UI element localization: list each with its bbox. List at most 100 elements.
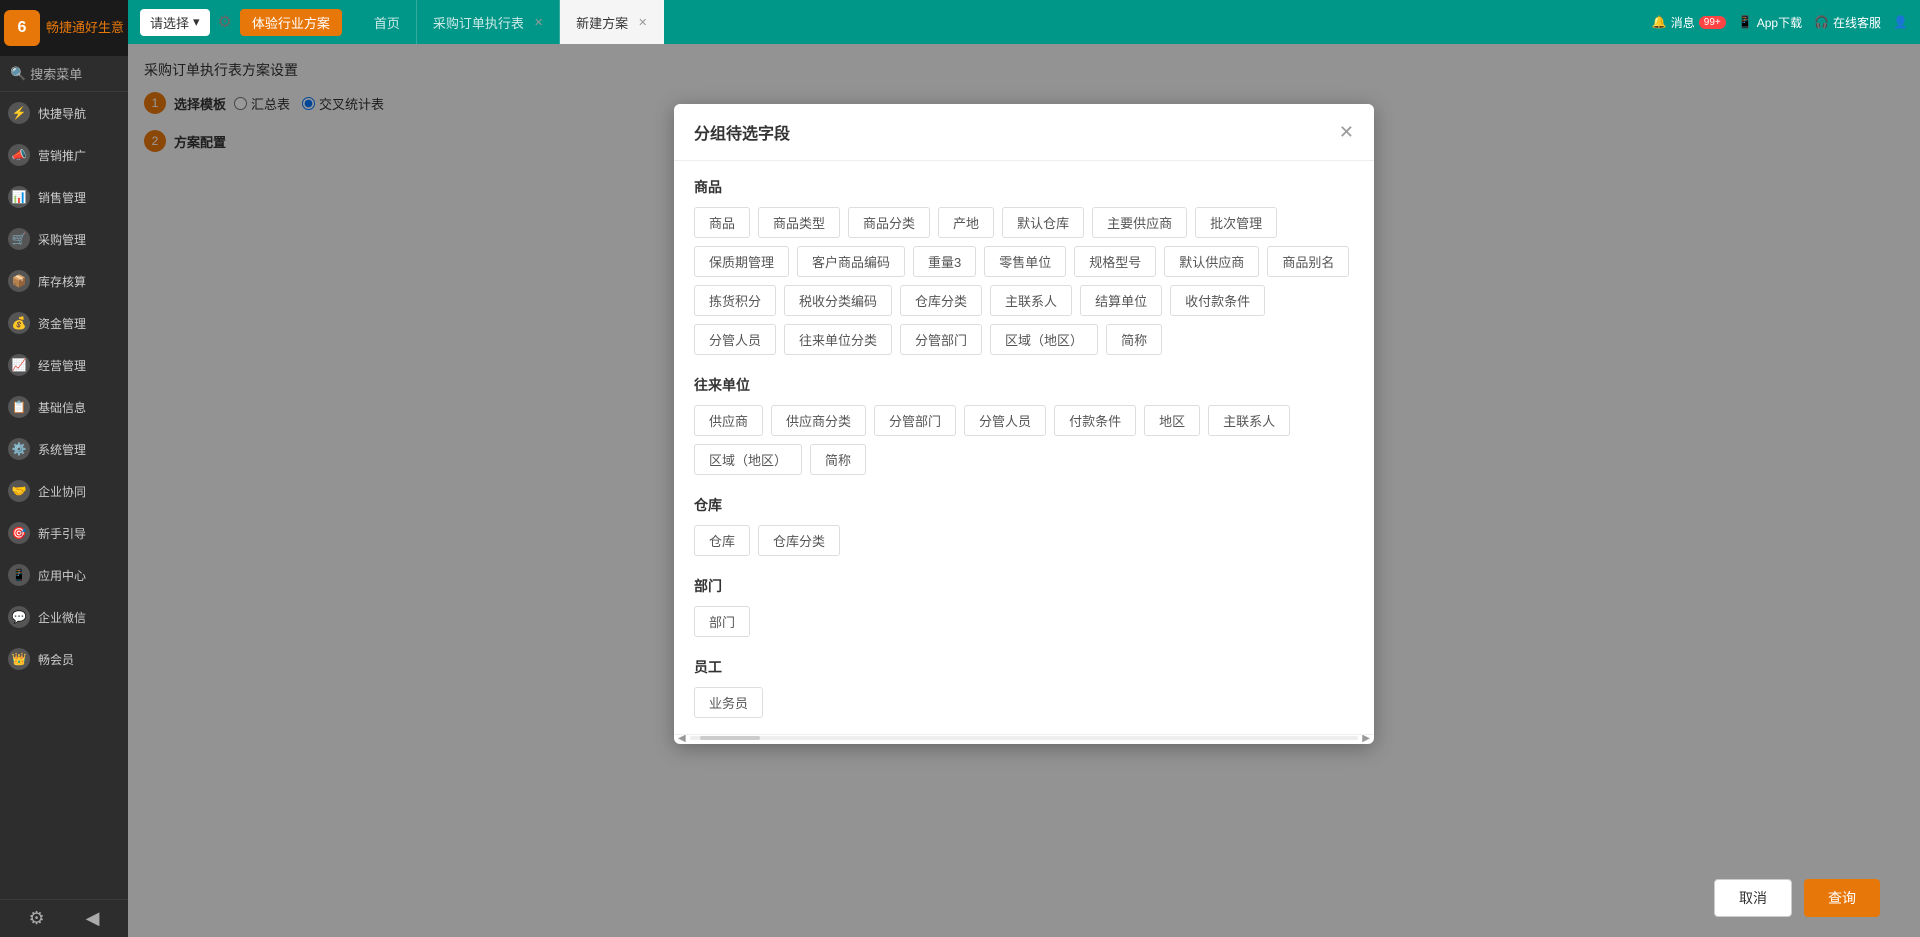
- message-label: 消息: [1671, 14, 1695, 31]
- section-partner-tags: 供应商 供应商分类 分管部门 分管人员 付款条件 地区 主联系人 区域（地区） …: [694, 405, 1354, 475]
- field-tag[interactable]: 分管部门: [900, 324, 982, 355]
- sidebar-search[interactable]: 🔍 搜索菜单: [0, 56, 128, 92]
- sidebar-item-quick-nav[interactable]: ⚡ 快捷导航: [0, 92, 128, 134]
- enterprise-icon: 🤝: [8, 480, 30, 502]
- field-tag[interactable]: 默认供应商: [1164, 246, 1259, 277]
- tab-home[interactable]: 首页: [358, 0, 417, 44]
- app-download-btn[interactable]: 📱 App下载: [1738, 14, 1802, 31]
- field-tag[interactable]: 商品分类: [848, 207, 930, 238]
- field-tag[interactable]: 仓库分类: [900, 285, 982, 316]
- sidebar-bottom: ⚙ ◀: [0, 899, 128, 937]
- field-tag[interactable]: 区域（地区）: [694, 444, 802, 475]
- sidebar-item-operations[interactable]: 📈 经营管理: [0, 344, 128, 386]
- guide-icon: 🎯: [8, 522, 30, 544]
- field-tag[interactable]: 主要供应商: [1092, 207, 1187, 238]
- main-content: 请选择 ▾ ⚙ 体验行业方案 首页 采购订单执行表 ✕ 新建方案 ✕: [128, 0, 1920, 937]
- topbar-gear-icon[interactable]: ⚙: [218, 12, 232, 32]
- field-tag[interactable]: 分管人员: [964, 405, 1046, 436]
- field-tag[interactable]: 仓库分类: [758, 525, 840, 556]
- sidebar-item-wechat[interactable]: 💬 企业微信: [0, 596, 128, 638]
- logo-icon: 6: [4, 10, 40, 46]
- sidebar-item-sales[interactable]: 📊 销售管理: [0, 176, 128, 218]
- field-tag[interactable]: 规格型号: [1074, 246, 1156, 277]
- sidebar-item-label: 采购管理: [38, 231, 86, 248]
- field-select-modal: 分组待选字段 ✕ 商品 商品 商品类型 商品分类 产地 默认: [674, 104, 1374, 744]
- field-tag[interactable]: 客户商品编码: [797, 246, 905, 277]
- user-avatar[interactable]: 👤: [1893, 15, 1908, 29]
- confirm-button[interactable]: 查询: [1804, 879, 1880, 917]
- scroll-left-arrow[interactable]: ◀: [678, 734, 686, 743]
- field-tag[interactable]: 供应商: [694, 405, 763, 436]
- tab-new-plan-close[interactable]: ✕: [638, 16, 647, 29]
- sidebar-item-inventory[interactable]: 📦 库存核算: [0, 260, 128, 302]
- field-tag[interactable]: 区域（地区）: [990, 324, 1098, 355]
- section-department-title: 部门: [694, 576, 1354, 596]
- modal-close-btn[interactable]: ✕: [1339, 122, 1354, 143]
- top-selector[interactable]: 请选择 ▾: [140, 9, 210, 36]
- field-tag[interactable]: 商品别名: [1267, 246, 1349, 277]
- field-tag[interactable]: 默认仓库: [1002, 207, 1084, 238]
- sidebar-item-member[interactable]: 👑 畅会员: [0, 638, 128, 680]
- sidebar-item-label: 快捷导航: [38, 105, 86, 122]
- section-employee: 员工 业务员: [694, 657, 1354, 718]
- marketing-icon: 📣: [8, 144, 30, 166]
- field-tag[interactable]: 拣货积分: [694, 285, 776, 316]
- field-tag[interactable]: 业务员: [694, 687, 763, 718]
- field-tag[interactable]: 简称: [1106, 324, 1162, 355]
- field-tag[interactable]: 税收分类编码: [784, 285, 892, 316]
- section-department-tags: 部门: [694, 606, 1354, 637]
- sidebar: 6 畅捷通好生意 🔍 搜索菜单 ⚡ 快捷导航 📣 营销推广 📊 销售管理 🛒 采…: [0, 0, 128, 937]
- field-tag[interactable]: 批次管理: [1195, 207, 1277, 238]
- field-tag[interactable]: 商品: [694, 207, 750, 238]
- field-tag[interactable]: 收付款条件: [1170, 285, 1265, 316]
- field-tag[interactable]: 付款条件: [1054, 405, 1136, 436]
- section-department: 部门 部门: [694, 576, 1354, 637]
- topbar-tabs: 首页 采购订单执行表 ✕ 新建方案 ✕: [358, 0, 664, 44]
- field-tag[interactable]: 保质期管理: [694, 246, 789, 277]
- scroll-right-arrow[interactable]: ▶: [1362, 734, 1370, 743]
- sidebar-item-system[interactable]: ⚙️ 系统管理: [0, 428, 128, 470]
- field-tag[interactable]: 分管人员: [694, 324, 776, 355]
- sidebar-item-enterprise[interactable]: 🤝 企业协同: [0, 470, 128, 512]
- field-tag[interactable]: 地区: [1144, 405, 1200, 436]
- field-tag[interactable]: 结算单位: [1080, 285, 1162, 316]
- sidebar-item-basic-info[interactable]: 📋 基础信息: [0, 386, 128, 428]
- section-partner-title: 往来单位: [694, 375, 1354, 395]
- modal-hscrollbar[interactable]: ◀ ▶: [674, 734, 1374, 744]
- field-tag[interactable]: 简称: [810, 444, 866, 475]
- collapse-icon[interactable]: ◀: [86, 908, 100, 929]
- page-content: 采购订单执行表方案设置 1 选择模板 汇总表 交叉统计表: [128, 44, 1920, 937]
- basic-info-icon: 📋: [8, 396, 30, 418]
- field-tag[interactable]: 仓库: [694, 525, 750, 556]
- field-tag[interactable]: 主联系人: [990, 285, 1072, 316]
- headset-icon: 🎧: [1814, 15, 1829, 29]
- tab-purchase-exec-close[interactable]: ✕: [534, 16, 543, 29]
- tab-new-plan[interactable]: 新建方案 ✕: [560, 0, 664, 44]
- tab-purchase-exec[interactable]: 采购订单执行表 ✕: [417, 0, 560, 44]
- online-service-btn[interactable]: 🎧 在线客服: [1814, 14, 1881, 31]
- field-tag[interactable]: 部门: [694, 606, 750, 637]
- field-tag[interactable]: 商品类型: [758, 207, 840, 238]
- section-employee-title: 员工: [694, 657, 1354, 677]
- section-warehouse-tags: 仓库 仓库分类: [694, 525, 1354, 556]
- field-tag[interactable]: 往来单位分类: [784, 324, 892, 355]
- field-tag[interactable]: 主联系人: [1208, 405, 1290, 436]
- sidebar-item-app-center[interactable]: 📱 应用中心: [0, 554, 128, 596]
- sidebar-item-label: 企业协同: [38, 483, 86, 500]
- field-tag[interactable]: 产地: [938, 207, 994, 238]
- sidebar-item-marketing[interactable]: 📣 营销推广: [0, 134, 128, 176]
- experience-btn[interactable]: 体验行业方案: [240, 9, 342, 36]
- message-btn[interactable]: 🔔 消息 99+: [1652, 14, 1726, 31]
- field-tag[interactable]: 供应商分类: [771, 405, 866, 436]
- settings-bottom-icon[interactable]: ⚙: [29, 908, 45, 929]
- section-product-tags: 商品 商品类型 商品分类 产地 默认仓库 主要供应商 批次管理 保质期管理 客户…: [694, 207, 1354, 355]
- logo-text: 畅捷通好生意: [46, 20, 124, 36]
- sidebar-item-label: 应用中心: [38, 567, 86, 584]
- field-tag[interactable]: 重量3: [913, 246, 976, 277]
- sidebar-item-guide[interactable]: 🎯 新手引导: [0, 512, 128, 554]
- sidebar-item-purchase[interactable]: 🛒 采购管理: [0, 218, 128, 260]
- cancel-button[interactable]: 取消: [1714, 879, 1792, 917]
- field-tag[interactable]: 分管部门: [874, 405, 956, 436]
- field-tag[interactable]: 零售单位: [984, 246, 1066, 277]
- sidebar-item-finance[interactable]: 💰 资金管理: [0, 302, 128, 344]
